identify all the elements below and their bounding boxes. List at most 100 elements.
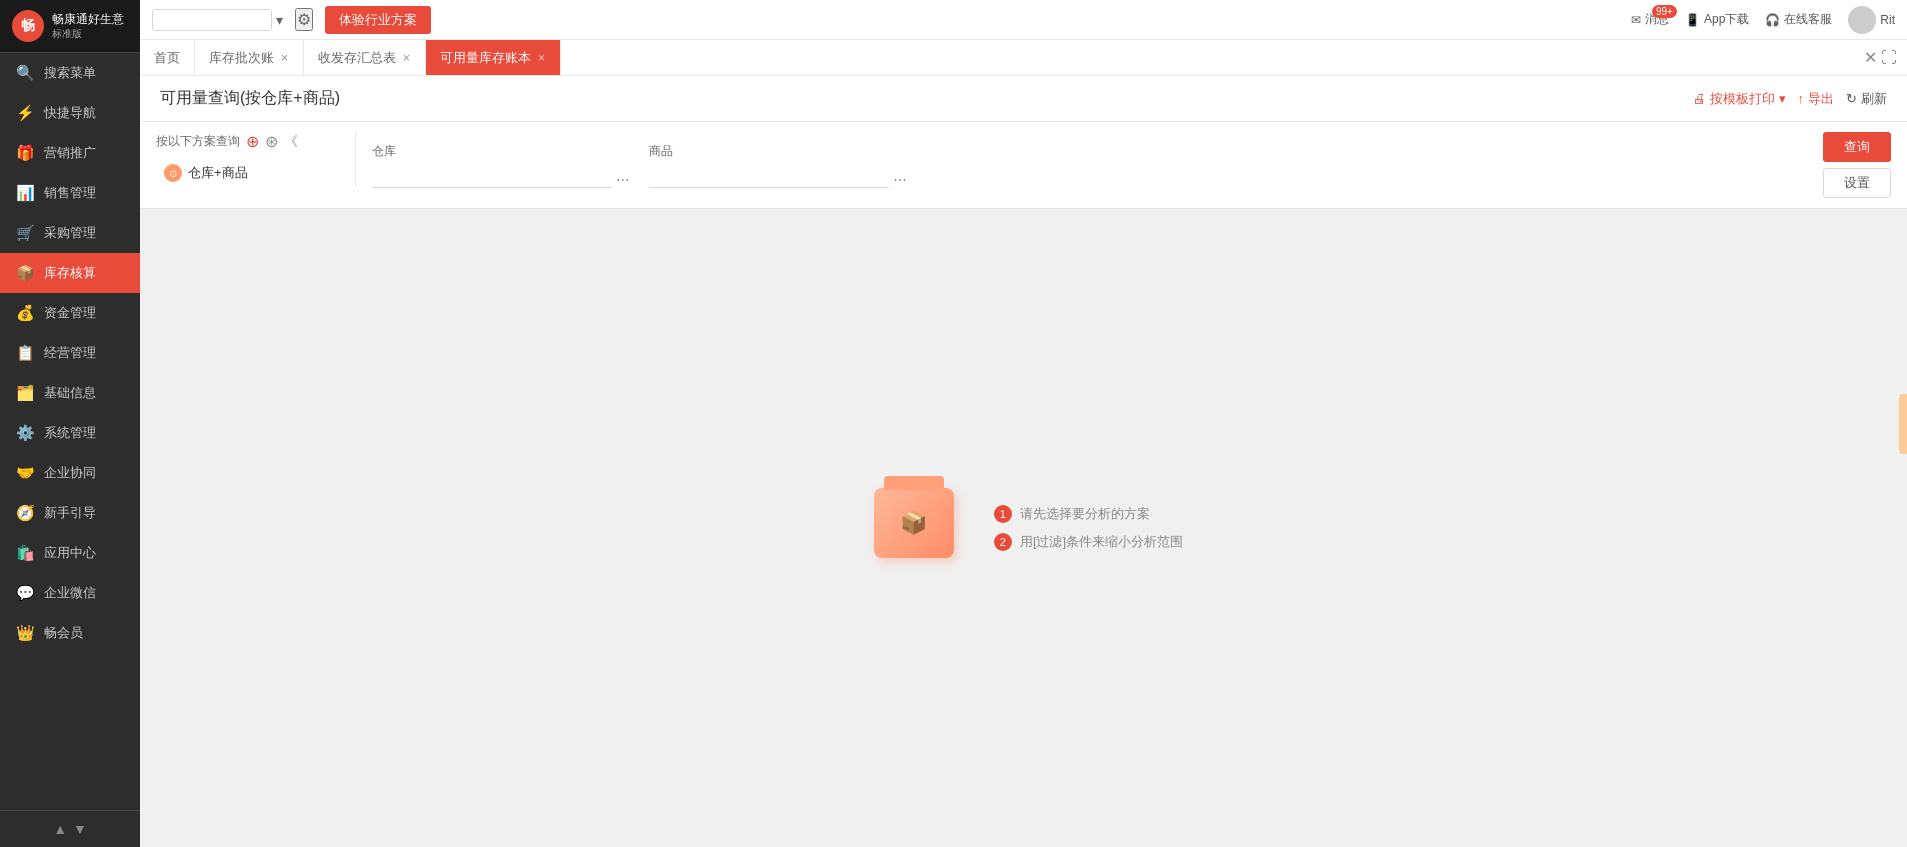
message-btn[interactable]: ✉ 消息 99+ — [1631, 11, 1669, 28]
window-expand-btn[interactable]: ⛶ — [1881, 49, 1897, 67]
sidebar-brand-name: 畅康通好生意 — [52, 11, 124, 28]
sidebar-item-search[interactable]: 🔍 搜索菜单 — [0, 53, 140, 93]
export-icon: ↑ — [1798, 91, 1805, 106]
sidebar-item-member[interactable]: 👑 畅会员 — [0, 613, 140, 653]
filter-action-btns: 查询 设置 — [1823, 132, 1891, 198]
page-actions: 🖨 按模板打印 ▾ ↑ 导出 ↻ 刷新 — [1693, 90, 1888, 108]
chat-icon: 💬 — [16, 584, 34, 602]
topbar-gear-btn[interactable]: ⚙ — [295, 8, 313, 31]
sidebar-item-label: 库存核算 — [44, 264, 96, 282]
sidebar-item-label: 经营管理 — [44, 344, 96, 362]
print-label: 按模板打印 — [1710, 90, 1775, 108]
tab-home[interactable]: 首页 — [140, 40, 195, 75]
handshake-icon: 🤝 — [16, 464, 34, 482]
online-service-label: 在线客服 — [1784, 11, 1832, 28]
tab-summary-close[interactable]: × — [402, 50, 411, 66]
sidebar-item-label: 企业微信 — [44, 584, 96, 602]
online-service-btn[interactable]: 🎧 在线客服 — [1765, 11, 1832, 28]
sidebar-item-enterprise[interactable]: 🤝 企业协同 — [0, 453, 140, 493]
hint-2-text: 用[过滤]条件来缩小分析范围 — [1020, 533, 1183, 551]
tab-available[interactable]: 可用量库存账本 × — [426, 40, 561, 75]
sidebar-item-wechat[interactable]: 💬 企业微信 — [0, 573, 140, 613]
filter-label-text: 按以下方案查询 — [156, 133, 240, 150]
compass-icon: 🧭 — [16, 504, 34, 522]
lightning-icon: ⚡ — [16, 104, 34, 122]
goods-input[interactable] — [649, 164, 889, 188]
tab-batch-close[interactable]: × — [280, 50, 289, 66]
sidebar-item-label: 企业协同 — [44, 464, 96, 482]
print-btn[interactable]: 🖨 按模板打印 ▾ — [1693, 90, 1786, 108]
user-avatar-btn[interactable]: Rit — [1848, 6, 1895, 34]
filter-fields: 仓库 ... 商品 ... 查询 设置 — [356, 132, 1891, 198]
window-close-btn[interactable]: ✕ — [1864, 48, 1877, 67]
sidebar-item-label: 资金管理 — [44, 304, 96, 322]
sidebar-item-marketing[interactable]: 🎁 营销推广 — [0, 133, 140, 173]
chart-icon: 📊 — [16, 184, 34, 202]
sidebar-item-basic[interactable]: 🗂️ 基础信息 — [0, 373, 140, 413]
refresh-label: 刷新 — [1861, 90, 1887, 108]
empty-box-icon: 📦 — [874, 488, 954, 558]
app-download-btn[interactable]: 📱 App下载 — [1685, 11, 1749, 28]
goods-more-btn[interactable]: ... — [893, 167, 906, 185]
phone-icon: 📱 — [1685, 13, 1700, 27]
scroll-controls: ▲ ▼ — [10, 821, 130, 837]
empty-hints: 1 请先选择要分析的方案 2 用[过滤]条件来缩小分析范围 — [994, 505, 1183, 551]
empty-illustration: 📦 — [864, 478, 964, 578]
topbar-search-area: ▾ — [152, 9, 283, 31]
filter-config-btn[interactable]: ⊛ — [265, 132, 278, 151]
message-badge: 99+ — [1652, 5, 1677, 18]
page-header: 可用量查询(按仓库+商品) 🖨 按模板打印 ▾ ↑ 导出 ↻ 刷新 — [140, 76, 1907, 122]
filter-scheme-item[interactable]: ⊙ 仓库+商品 — [156, 159, 345, 187]
sidebar-item-sales[interactable]: 📊 销售管理 — [0, 173, 140, 213]
crown-icon: 👑 — [16, 624, 34, 642]
sidebar-item-label: 畅会员 — [44, 624, 83, 642]
sidebar-item-label: 采购管理 — [44, 224, 96, 242]
sidebar-item-label: 应用中心 — [44, 544, 96, 562]
warehouse-label: 仓库 — [372, 143, 629, 160]
clipboard-icon: 📋 — [16, 344, 34, 362]
filter-add-btn[interactable]: ⊕ — [246, 132, 259, 151]
box-face: 📦 — [900, 510, 927, 536]
sidebar-item-purchase[interactable]: 🛒 采购管理 — [0, 213, 140, 253]
export-label: 导出 — [1808, 90, 1834, 108]
sidebar-item-guide[interactable]: 🧭 新手引导 — [0, 493, 140, 533]
trial-btn[interactable]: 体验行业方案 — [325, 6, 431, 34]
sidebar-item-operation[interactable]: 📋 经营管理 — [0, 333, 140, 373]
tab-summary[interactable]: 收发存汇总表 × — [304, 40, 426, 75]
tab-batch[interactable]: 库存批次账 × — [195, 40, 304, 75]
cart-icon: 🛒 — [16, 224, 34, 242]
search-input[interactable] — [152, 9, 272, 31]
app-download-label: App下载 — [1704, 11, 1749, 28]
refresh-icon: ↻ — [1846, 91, 1857, 106]
filter-section-label: 按以下方案查询 ⊕ ⊛ 《 — [156, 132, 345, 151]
tab-available-close[interactable]: × — [537, 50, 546, 66]
sidebar-item-appstore[interactable]: 🛍️ 应用中心 — [0, 533, 140, 573]
sidebar-item-inventory[interactable]: 📦 库存核算 — [0, 253, 140, 293]
sidebar-item-system[interactable]: ⚙️ 系统管理 — [0, 413, 140, 453]
money-icon: 💰 — [16, 304, 34, 322]
refresh-btn[interactable]: ↻ 刷新 — [1846, 90, 1887, 108]
sidebar-brand-tag: 标准版 — [52, 27, 124, 41]
sidebar-item-shortcut[interactable]: ⚡ 快捷导航 — [0, 93, 140, 133]
scroll-up-btn[interactable]: ▲ — [53, 821, 67, 837]
query-btn[interactable]: 查询 — [1823, 132, 1891, 162]
tab-summary-label: 收发存汇总表 — [318, 49, 396, 67]
sidebar: 畅 畅康通好生意 标准版 🔍 搜索菜单 ⚡ 快捷导航 🎁 营销推广 📊 销售管理… — [0, 0, 140, 847]
sidebar-footer: ▲ ▼ — [0, 810, 140, 847]
sidebar-item-label: 基础信息 — [44, 384, 96, 402]
warehouse-more-btn[interactable]: ... — [616, 167, 629, 185]
tabbar: 首页 库存批次账 × 收发存汇总表 × 可用量库存账本 × ✕ ⛶ — [140, 40, 1907, 76]
content-area: 可用量查询(按仓库+商品) 🖨 按模板打印 ▾ ↑ 导出 ↻ 刷新 — [140, 76, 1907, 847]
sidebar-item-label: 系统管理 — [44, 424, 96, 442]
export-btn[interactable]: ↑ 导出 — [1798, 90, 1835, 108]
search-icon: 🔍 — [16, 64, 34, 82]
sidebar-logo: 畅 — [12, 10, 44, 42]
sidebar-item-label: 快捷导航 — [44, 104, 96, 122]
warehouse-input[interactable] — [372, 164, 612, 188]
username-label: Rit — [1880, 13, 1895, 27]
sidebar-item-finance[interactable]: 💰 资金管理 — [0, 293, 140, 333]
search-dropdown-btn[interactable]: ▾ — [276, 12, 283, 28]
settings-btn[interactable]: 设置 — [1823, 168, 1891, 198]
filter-collapse-btn[interactable]: 《 — [284, 133, 298, 151]
scroll-down-btn[interactable]: ▼ — [73, 821, 87, 837]
